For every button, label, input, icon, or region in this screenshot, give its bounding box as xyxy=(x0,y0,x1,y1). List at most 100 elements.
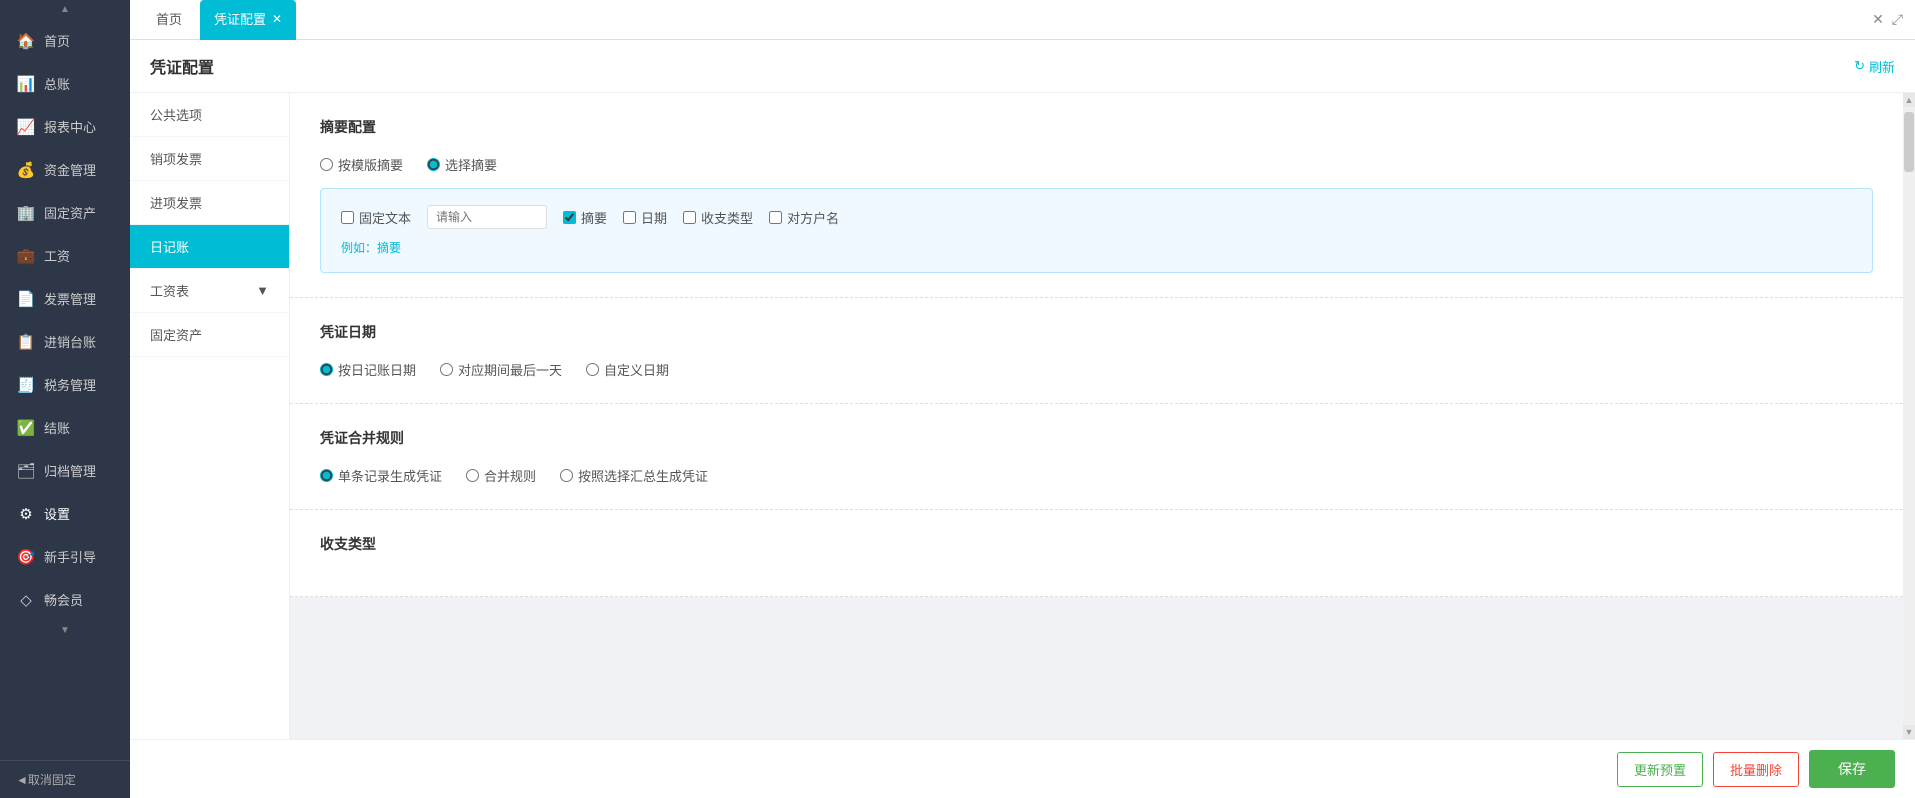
checkbox-fixed-text-input[interactable] xyxy=(341,211,354,224)
update-preview-button[interactable]: 更新预置 xyxy=(1617,752,1703,787)
scroll-track xyxy=(1903,107,1915,725)
ledger-icon: 📊 xyxy=(16,75,36,93)
voucher-date-title: 凭证日期 xyxy=(320,322,1873,342)
nav-journal[interactable]: 日记账 xyxy=(130,225,289,269)
tab-close-window-icon[interactable]: ✕ xyxy=(1872,11,1884,28)
radio-by-journal-date[interactable]: 按日记账日期 xyxy=(320,360,416,379)
sidebar-item-checkout[interactable]: ✅ 结账 xyxy=(0,406,130,449)
sidebar-item-archive[interactable]: 🗂 归档管理 xyxy=(0,449,130,492)
invoice-icon: 📄 xyxy=(16,290,36,308)
purchase-icon: 📋 xyxy=(16,333,36,351)
reports-icon: 📈 xyxy=(16,118,36,136)
scroll-thumb[interactable] xyxy=(1904,112,1914,172)
batch-delete-button[interactable]: 批量删除 xyxy=(1713,752,1799,787)
radio-select-summary-input[interactable] xyxy=(427,158,440,171)
radio-template-summary[interactable]: 按模版摘要 xyxy=(320,155,403,174)
sidebar-item-purchase[interactable]: 📋 进销台账 xyxy=(0,320,130,363)
merge-rules-radio-group: 单条记录生成凭证 合并规则 按照选择汇总生成凭证 xyxy=(320,466,1873,485)
sidebar-item-guide[interactable]: 🎯 新手引导 xyxy=(0,535,130,578)
page-title: 凭证配置 xyxy=(150,54,214,78)
settings-icon: ⚙ xyxy=(16,505,36,523)
checkbox-income-type-input[interactable] xyxy=(683,211,696,224)
summary-config-section: 摘要配置 按模版摘要 选择摘要 xyxy=(290,93,1903,298)
nav-salary-table[interactable]: 工资表 ▼ xyxy=(130,269,289,313)
tab-voucher[interactable]: 凭证配置 ✕ xyxy=(200,0,296,40)
bottom-bar: 更新预置 批量删除 保存 xyxy=(130,739,1915,798)
salary-icon: 💼 xyxy=(16,247,36,265)
nav-salary-arrow-icon: ▼ xyxy=(256,283,269,298)
checkbox-fixed-text[interactable]: 固定文本 xyxy=(341,208,411,227)
save-button[interactable]: 保存 xyxy=(1809,750,1895,788)
home-icon: 🏠 xyxy=(16,32,36,50)
scroll-up-arrow[interactable]: ▲ xyxy=(1903,93,1915,107)
income-type-section: 收支类型 xyxy=(290,510,1903,597)
nav-fixed-assets[interactable]: 固定资产 xyxy=(130,313,289,357)
scroll-down-arrow[interactable]: ▼ xyxy=(1903,725,1915,739)
funds-icon: 💰 xyxy=(16,161,36,179)
sidebar-item-tax[interactable]: 🧾 税务管理 xyxy=(0,363,130,406)
radio-single-record[interactable]: 单条记录生成凭证 xyxy=(320,466,442,485)
checkbox-date[interactable]: 日期 xyxy=(623,208,667,227)
refresh-button[interactable]: ↻ 刷新 xyxy=(1854,57,1895,76)
sidebar-item-funds[interactable]: 💰 资金管理 xyxy=(0,148,130,191)
radio-last-day-input[interactable] xyxy=(440,363,453,376)
page-header: 凭证配置 ↻ 刷新 xyxy=(130,40,1915,93)
sidebar-item-home[interactable]: 🏠 首页 xyxy=(0,19,130,62)
sidebar-scroll-down[interactable]: ▼ xyxy=(0,621,130,640)
assets-icon: 🏢 xyxy=(16,204,36,222)
sidebar-item-ledger[interactable]: 📊 总账 xyxy=(0,62,130,105)
sidebar-item-reports[interactable]: 📈 报表中心 xyxy=(0,105,130,148)
radio-single-record-input[interactable] xyxy=(320,469,333,482)
radio-template-summary-input[interactable] xyxy=(320,158,333,171)
merge-rules-section: 凭证合并规则 单条记录生成凭证 合并规则 按照选择汇总生成凭证 xyxy=(290,404,1903,510)
tab-bar-actions: ✕ ⤢ xyxy=(1872,11,1903,28)
income-type-title: 收支类型 xyxy=(320,534,1873,554)
sidebar: ▲ 🏠 首页 📊 总账 📈 报表中心 💰 资金管理 🏢 固定资产 💼 工资 📄 … xyxy=(0,0,130,798)
refresh-icon: ↻ xyxy=(1854,58,1865,74)
fixed-text-input[interactable] xyxy=(427,205,547,229)
sidebar-item-assets[interactable]: 🏢 固定资产 xyxy=(0,191,130,234)
radio-custom-date[interactable]: 自定义日期 xyxy=(586,360,669,379)
checkbox-counterpart[interactable]: 对方户名 xyxy=(769,208,839,227)
archive-icon: 🗂 xyxy=(16,462,36,480)
summary-options-row: 固定文本 摘要 日期 xyxy=(341,205,1852,229)
checkbox-summary-input[interactable] xyxy=(563,211,576,224)
merge-rules-title: 凭证合并规则 xyxy=(320,428,1873,448)
member-icon: ◇ xyxy=(16,591,36,609)
radio-select-total[interactable]: 按照选择汇总生成凭证 xyxy=(560,466,708,485)
tab-close-icon[interactable]: ✕ xyxy=(272,12,282,26)
sidebar-unpin-button[interactable]: ◄取消固定 xyxy=(0,760,130,798)
content-area: 公共选项 销项发票 进项发票 日记账 工资表 ▼ 固定资产 xyxy=(130,93,1915,739)
checkbox-counterpart-input[interactable] xyxy=(769,211,782,224)
nav-purchase-invoice[interactable]: 进项发票 xyxy=(130,181,289,225)
radio-merge-input[interactable] xyxy=(466,469,479,482)
radio-select-total-input[interactable] xyxy=(560,469,573,482)
radio-last-day[interactable]: 对应期间最后一天 xyxy=(440,360,562,379)
radio-select-summary[interactable]: 选择摘要 xyxy=(427,155,497,174)
radio-by-journal-date-input[interactable] xyxy=(320,363,333,376)
checkbox-date-input[interactable] xyxy=(623,211,636,224)
main-area: 首页 凭证配置 ✕ ✕ ⤢ 凭证配置 ↻ 刷新 公共选项 xyxy=(130,0,1915,798)
summary-section-title: 摘要配置 xyxy=(320,117,1873,137)
summary-options-box: 固定文本 摘要 日期 xyxy=(320,188,1873,273)
checkbox-summary[interactable]: 摘要 xyxy=(563,208,607,227)
sidebar-item-member[interactable]: ◇ 畅会员 xyxy=(0,578,130,621)
tab-home[interactable]: 首页 xyxy=(142,0,196,40)
nav-sales-invoice[interactable]: 销项发票 xyxy=(130,137,289,181)
voucher-date-section: 凭证日期 按日记账日期 对应期间最后一天 自定义日期 xyxy=(290,298,1903,404)
sidebar-item-settings[interactable]: ⚙ 设置 xyxy=(0,492,130,535)
radio-merge[interactable]: 合并规则 xyxy=(466,466,536,485)
right-scrollbar: ▲ ▼ xyxy=(1903,93,1915,739)
sidebar-item-invoice[interactable]: 📄 发票管理 xyxy=(0,277,130,320)
tab-bar: 首页 凭证配置 ✕ ✕ ⤢ xyxy=(130,0,1915,40)
left-nav: 公共选项 销项发票 进项发票 日记账 工资表 ▼ 固定资产 xyxy=(130,93,290,739)
sidebar-scroll-up[interactable]: ▲ xyxy=(0,0,130,19)
sidebar-item-salary[interactable]: 💼 工资 xyxy=(0,234,130,277)
summary-radio-group: 按模版摘要 选择摘要 xyxy=(320,155,1873,174)
tab-fullscreen-icon[interactable]: ⤢ xyxy=(1892,11,1903,28)
form-area: 摘要配置 按模版摘要 选择摘要 xyxy=(290,93,1903,739)
nav-public[interactable]: 公共选项 xyxy=(130,93,289,137)
page-container: 凭证配置 ↻ 刷新 公共选项 销项发票 进项发票 日记账 xyxy=(130,40,1915,798)
radio-custom-date-input[interactable] xyxy=(586,363,599,376)
checkbox-income-type[interactable]: 收支类型 xyxy=(683,208,753,227)
